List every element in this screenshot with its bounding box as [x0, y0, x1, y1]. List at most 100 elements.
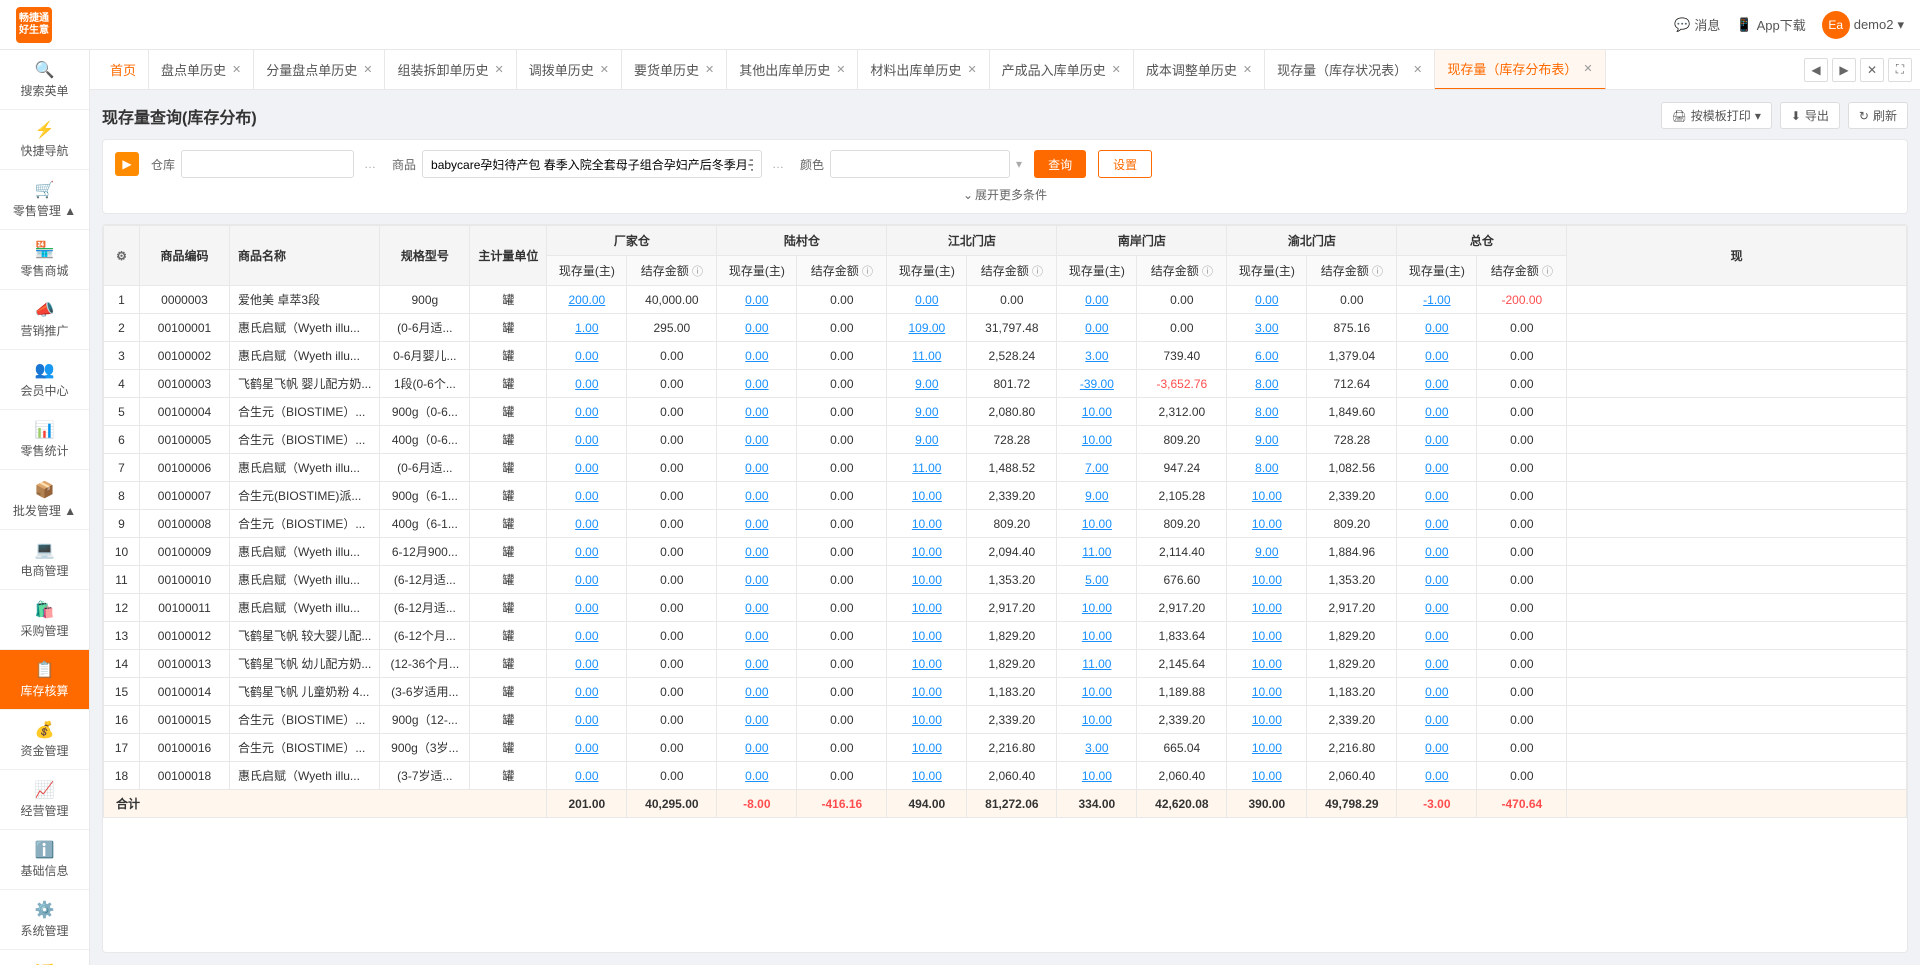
- cell-jbmd-amt: 1,488.52: [967, 454, 1057, 482]
- cell-zck-amt: 0.00: [1477, 566, 1567, 594]
- sidebar-item-系统管理[interactable]: ⚙️系统管理: [0, 890, 89, 950]
- close-icon[interactable]: ✕: [967, 63, 976, 76]
- cell-ybmd-amt: 1,829.20: [1307, 622, 1397, 650]
- goods-ellipsis[interactable]: …: [768, 157, 788, 171]
- settings-btn[interactable]: 设置: [1098, 150, 1152, 178]
- cell-lck-amt: 0.00: [797, 594, 887, 622]
- tab-clck[interactable]: 材料出库单历史 ✕: [858, 50, 989, 90]
- sidebar-item-经营管理[interactable]: 📈经营管理: [0, 770, 89, 830]
- tab-xcl-dist[interactable]: 现存量（库存分布表） ✕: [1435, 50, 1605, 90]
- cell-lck-qty: 0.00: [717, 370, 797, 398]
- close-icon[interactable]: ✕: [1583, 62, 1592, 75]
- sidebar-item-库存核算[interactable]: 📋库存核算: [0, 650, 89, 710]
- sidebar-item-电商管理[interactable]: 💻电商管理: [0, 530, 89, 590]
- tab-zuzhuan[interactable]: 组装拆卸单历史 ✕: [385, 50, 516, 90]
- info-icon[interactable]: ⓘ: [692, 266, 703, 278]
- close-icon[interactable]: ✕: [1413, 63, 1422, 76]
- tab-cbtz[interactable]: 成本调整单历史 ✕: [1134, 50, 1265, 90]
- export-btn[interactable]: ⬇ 导出: [1780, 102, 1840, 129]
- user-menu[interactable]: Ea demo2 ▾: [1822, 11, 1904, 39]
- sidebar-item-批发管理[interactable]: 📦批发管理 ▲: [0, 470, 89, 530]
- cell-czck-amt: 0.00: [627, 342, 717, 370]
- cell-unit: 罐: [470, 398, 547, 426]
- close-icon[interactable]: ✕: [705, 63, 714, 76]
- sidebar-item-资金管理[interactable]: 💰资金管理: [0, 710, 89, 770]
- sidebar-label: 电商管理: [0, 562, 89, 579]
- close-icon[interactable]: ✕: [495, 63, 504, 76]
- cell-ybmd-amt: 1,082.56: [1307, 454, 1397, 482]
- warehouse-input[interactable]: [181, 150, 354, 178]
- cell-ybmd-amt: 728.28: [1307, 426, 1397, 454]
- sidebar-item-零售统计[interactable]: 📊零售统计: [0, 410, 89, 470]
- cell-namd-qty: 10.00: [1057, 594, 1137, 622]
- cell-code: 00100009: [140, 538, 230, 566]
- close-icon[interactable]: ✕: [836, 63, 845, 76]
- cell-zck-qty: 0.00: [1397, 622, 1477, 650]
- sidebar-item-会员中心[interactable]: 👥会员中心: [0, 350, 89, 410]
- cell-jbmd-amt: 2,339.20: [967, 482, 1057, 510]
- cell-lck-qty: 0.00: [717, 762, 797, 790]
- filter-toggle-btn[interactable]: ▶: [115, 152, 139, 176]
- close-icon[interactable]: ✕: [232, 63, 241, 76]
- tab-yaohuo[interactable]: 要货单历史 ✕: [622, 50, 727, 90]
- cell-czck-amt: 295.00: [627, 314, 717, 342]
- cell-name: 惠氏启赋（Wyeth illu...: [230, 762, 380, 790]
- tab-chcrk[interactable]: 产成品入库单历史 ✕: [990, 50, 1134, 90]
- tab-home[interactable]: 首页: [98, 50, 149, 90]
- sidebar-item-零售商城[interactable]: 🏪零售商城: [0, 230, 89, 290]
- close-icon[interactable]: ✕: [363, 63, 372, 76]
- sidebar-item-基础信息[interactable]: ℹ️基础信息: [0, 830, 89, 890]
- gear-icon[interactable]: ⚙: [116, 249, 127, 263]
- th-namd-qty: 现存量(主): [1057, 256, 1137, 286]
- tab-pandian[interactable]: 盘点单历史 ✕: [149, 50, 254, 90]
- cell-czck-qty: 0.00: [547, 398, 627, 426]
- nav-expand-btn[interactable]: ⛶: [1888, 58, 1912, 82]
- cell-extra: [1567, 370, 1907, 398]
- close-icon[interactable]: ✕: [1112, 63, 1121, 76]
- nav-close-btn[interactable]: ✕: [1860, 58, 1884, 82]
- chevron-down-icon: ▾: [1755, 109, 1761, 123]
- cell-name: 飞鹤星飞帆 幼儿配方奶...: [230, 650, 380, 678]
- cell-zck-amt: 0.00: [1477, 482, 1567, 510]
- info-icon[interactable]: ⓘ: [1542, 266, 1553, 278]
- sidebar-item-企业协同[interactable]: 🤝企业协同: [0, 950, 89, 965]
- app-download-btn[interactable]: 📱 App下载: [1736, 15, 1805, 34]
- th-gear[interactable]: ⚙: [104, 226, 140, 286]
- sidebar-item-营销推广[interactable]: 📣营销推广: [0, 290, 89, 350]
- info-icon[interactable]: ⓘ: [862, 266, 873, 278]
- print-btn[interactable]: 🖨 按模板打印 ▾: [1661, 102, 1772, 129]
- nav-left-btn[interactable]: ◀: [1804, 58, 1828, 82]
- cell-jbmd-qty: 109.00: [887, 314, 967, 342]
- search-btn[interactable]: 查询: [1034, 150, 1086, 178]
- color-input[interactable]: [830, 150, 1010, 178]
- sidebar-item-零售管理[interactable]: 🛒零售管理 ▲: [0, 170, 89, 230]
- tab-diaob[interactable]: 调拨单历史 ✕: [517, 50, 622, 90]
- sum-namd-amt: 42,620.08: [1137, 790, 1227, 818]
- tab-qtck[interactable]: 其他出库单历史 ✕: [727, 50, 858, 90]
- close-icon[interactable]: ✕: [1243, 63, 1252, 76]
- cell-extra: [1567, 594, 1907, 622]
- sidebar-item-采购管理[interactable]: 🛍️采购管理: [0, 590, 89, 650]
- th-lck-amt: 结存金额 ⓘ: [797, 256, 887, 286]
- close-icon[interactable]: ✕: [600, 63, 609, 76]
- refresh-btn[interactable]: ↻ 刷新: [1848, 102, 1908, 129]
- info-icon[interactable]: ⓘ: [1032, 266, 1043, 278]
- table-container: ⚙ 商品编码 商品名称 规格型号 主计量单位 厂家仓 陆村仓 江北门店 南岸门店…: [102, 224, 1908, 953]
- cell-lck-amt: 0.00: [797, 342, 887, 370]
- message-btn[interactable]: 💬 消息: [1674, 15, 1720, 34]
- info-icon[interactable]: ⓘ: [1202, 266, 1213, 278]
- cell-czck-qty: 0.00: [547, 510, 627, 538]
- sidebar-item-快捷导航[interactable]: ⚡快捷导航: [0, 110, 89, 170]
- filter-expand-btn[interactable]: ⌄ 展开更多条件: [963, 186, 1047, 203]
- cell-zck-qty: 0.00: [1397, 762, 1477, 790]
- nav-right-btn[interactable]: ▶: [1832, 58, 1856, 82]
- cell-no: 13: [104, 622, 140, 650]
- color-chevron[interactable]: ▾: [1016, 157, 1022, 171]
- goods-input[interactable]: [422, 150, 762, 178]
- cell-zck-qty: 0.00: [1397, 734, 1477, 762]
- sidebar-item-搜索英单[interactable]: 🔍搜索英单: [0, 50, 89, 110]
- tab-fenpandian[interactable]: 分量盘点单历史 ✕: [254, 50, 385, 90]
- tab-xcl-state[interactable]: 现存量（库存状况表） ✕: [1265, 50, 1435, 90]
- warehouse-ellipsis[interactable]: …: [360, 157, 380, 171]
- info-icon[interactable]: ⓘ: [1372, 266, 1383, 278]
